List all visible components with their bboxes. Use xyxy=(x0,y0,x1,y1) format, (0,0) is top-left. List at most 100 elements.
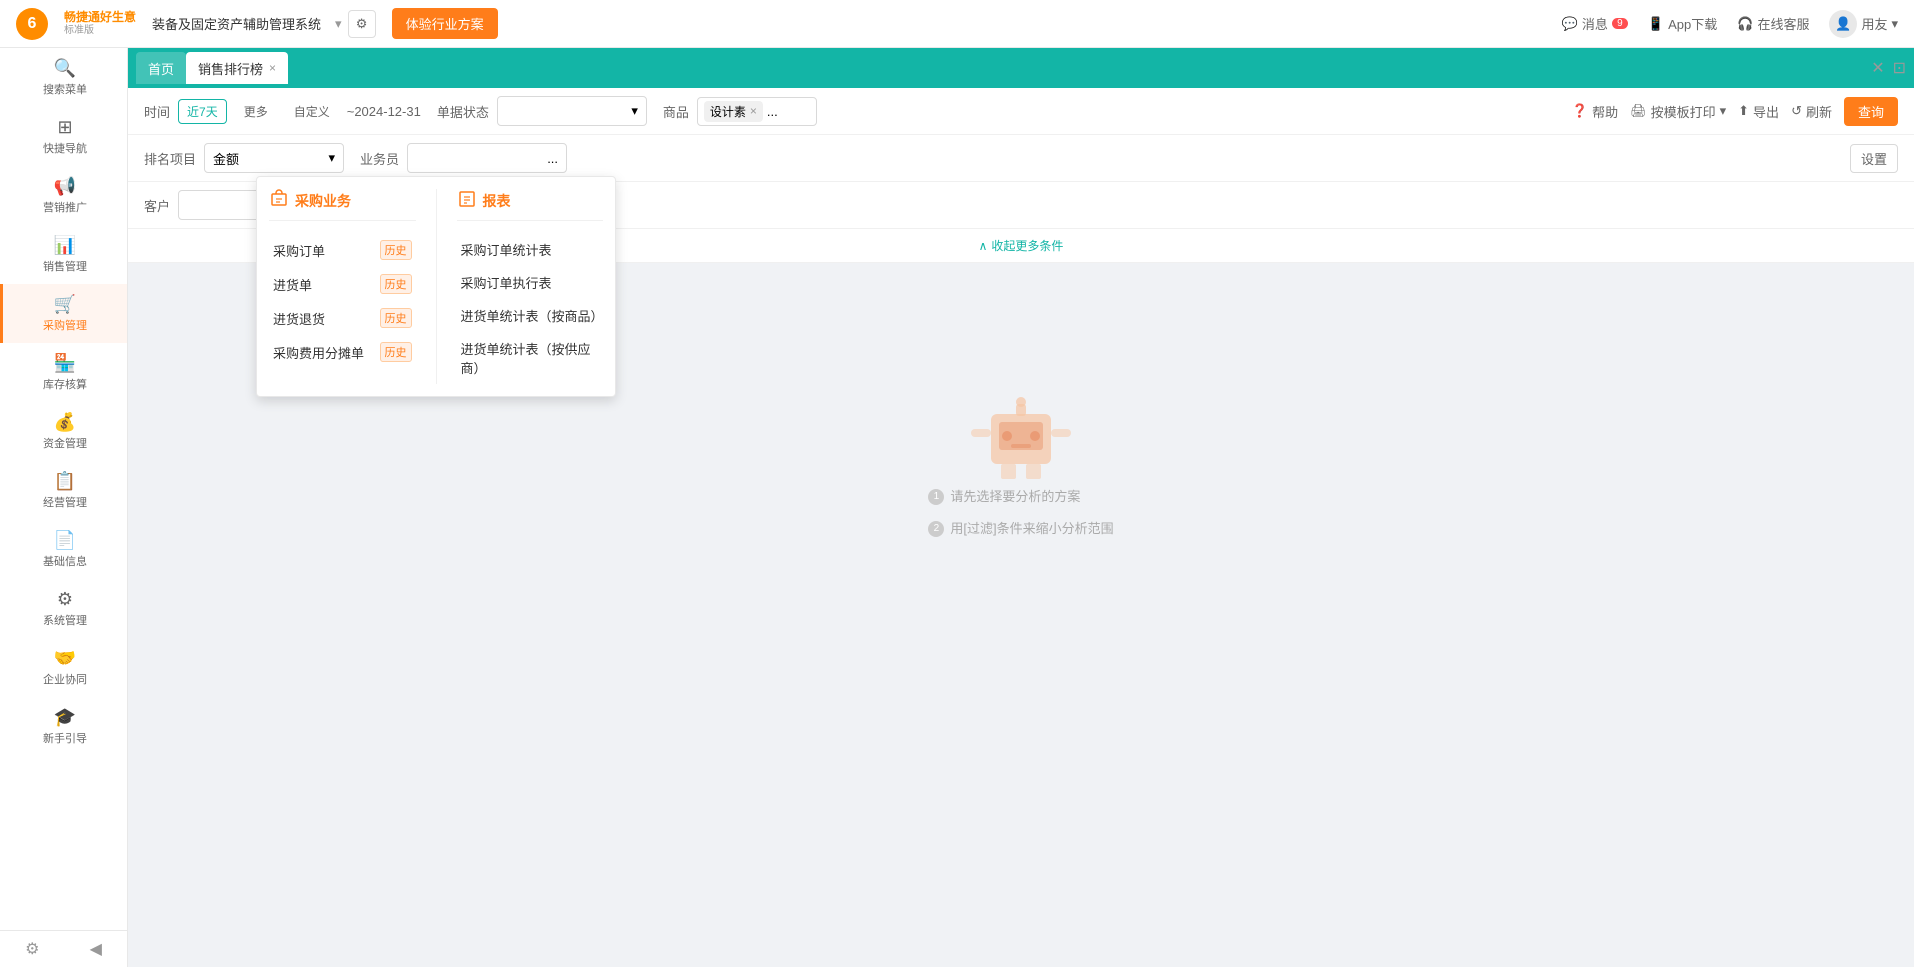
sidebar-purchase-label: 采购管理 xyxy=(43,317,87,333)
purchase-order-stats-item[interactable]: 采购订单统计表 xyxy=(457,233,604,266)
report-col: 报表 采购订单统计表 采购订单执行表 进货单统计表（按商品） 进货单统计表（按供 xyxy=(457,189,604,384)
goods-select[interactable]: 设计素 × ... xyxy=(697,97,817,126)
help-btn[interactable]: ❓ 帮助 xyxy=(1572,102,1618,121)
purchase-col: 采购业务 采购订单 历史 进货单 历史 进货退货 历史 xyxy=(269,189,416,384)
salesperson-filter: 业务员 ... xyxy=(360,143,567,173)
tab-home[interactable]: 首页 xyxy=(136,52,186,84)
industry-btn[interactable]: 体验行业方案 xyxy=(392,8,498,39)
top-right: 💬 消息 9 📱 App下载 🎧 在线客服 👤 用友 ▾ xyxy=(1562,10,1898,38)
system-title-area: 装备及固定资产辅助管理系统 ▾ ⚙ xyxy=(152,10,376,38)
collapse-btn[interactable]: ∧ 收起更多条件 xyxy=(979,237,1064,254)
settings-icon[interactable]: ⚙ xyxy=(348,10,376,38)
grid-icon: ⊞ xyxy=(57,117,72,138)
purchase-order-history[interactable]: 历史 xyxy=(380,240,412,260)
purchase-order-label: 采购订单 xyxy=(273,241,325,260)
purchase-order-exec-item[interactable]: 采购订单执行表 xyxy=(457,266,604,299)
collapse-up-icon: ∧ xyxy=(979,239,988,253)
rank-select[interactable]: 金额 ▾ xyxy=(204,143,344,173)
window-maximize-btn[interactable]: ⊡ xyxy=(1893,58,1906,78)
purchase-dropdown-menu: 采购业务 采购订单 历史 进货单 历史 进货退货 历史 xyxy=(256,176,616,397)
sidebar-marketing-label: 营销推广 xyxy=(43,199,87,215)
sidebar-item-sales[interactable]: 📊 销售管理 xyxy=(0,225,127,284)
main-content: 时间 近7天 更多 自定义 ~2024-12-31 单据状态 xyxy=(128,88,1914,967)
goods-ellipsis: ... xyxy=(767,104,778,119)
inbound-return-history[interactable]: 历史 xyxy=(380,308,412,328)
message-badge: 9 xyxy=(1612,18,1628,29)
time-label: 时间 xyxy=(144,102,170,121)
user-label: 用友 xyxy=(1861,14,1887,33)
print-icon: 🖨 xyxy=(1630,103,1647,119)
sidebar-item-guide[interactable]: 🎓 新手引导 xyxy=(0,697,127,756)
sidebar-search-label: 搜索菜单 xyxy=(43,81,87,97)
tab-sales-rank[interactable]: 销售排行榜 × xyxy=(186,52,288,84)
goods-tag: 设计素 × xyxy=(704,101,763,122)
window-close-btn[interactable]: ✕ xyxy=(1871,58,1884,78)
dropdown-arrow-icon[interactable]: ▾ xyxy=(335,16,342,32)
settings-btn[interactable]: 设置 xyxy=(1850,144,1898,173)
system-title: 装备及固定资产辅助管理系统 xyxy=(152,14,321,33)
sidebar-item-inventory[interactable]: 🏪 库存核算 xyxy=(0,343,127,402)
sidebar-item-system[interactable]: ⚙ 系统管理 xyxy=(0,579,127,638)
sidebar-system-label: 系统管理 xyxy=(43,612,87,628)
help-label: 帮助 xyxy=(1592,102,1618,121)
salesperson-ellipsis: ... xyxy=(547,151,558,166)
export-btn[interactable]: ⬆ 导出 xyxy=(1738,102,1779,121)
empty-line1: 1 请先选择要分析的方案 xyxy=(928,484,1113,510)
refresh-btn[interactable]: ↺ 刷新 xyxy=(1791,102,1832,121)
user-area[interactable]: 👤 用友 ▾ xyxy=(1829,10,1898,38)
purchase-order-exec-label: 采购订单执行表 xyxy=(461,273,552,292)
inbound-stats-goods-item[interactable]: 进货单统计表（按商品） xyxy=(457,299,604,332)
salesperson-select[interactable]: ... xyxy=(407,143,567,173)
inbound-stats-goods-label: 进货单统计表（按商品） xyxy=(461,306,600,325)
purchase-expense-item[interactable]: 采购费用分摊单 历史 xyxy=(269,335,416,369)
empty-icon-container xyxy=(961,384,1081,484)
headset-icon: 🎧 xyxy=(1737,16,1753,32)
purchase-expense-history[interactable]: 历史 xyxy=(380,342,412,362)
message-btn[interactable]: 💬 消息 9 xyxy=(1562,14,1628,33)
doc-status-select[interactable]: ▾ xyxy=(497,96,647,126)
sidebar-item-purchase[interactable]: 🛒 采购管理 xyxy=(0,284,127,343)
inbound-stats-supplier-item[interactable]: 进货单统计表（按供应商） xyxy=(457,332,604,384)
sidebar-item-quick-nav[interactable]: ⊞ 快捷导航 xyxy=(0,107,127,166)
sidebar-item-search[interactable]: 🔍 搜索菜单 xyxy=(0,48,127,107)
time-pill-7days[interactable]: 近7天 xyxy=(178,99,227,124)
sidebar-operations-label: 经营管理 xyxy=(43,494,87,510)
tab-close-icon[interactable]: × xyxy=(269,61,276,75)
purchase-order-item[interactable]: 采购订单 历史 xyxy=(269,233,416,267)
goods-label: 商品 xyxy=(663,102,689,121)
inbound-return-item[interactable]: 进货退货 历史 xyxy=(269,301,416,335)
purchase-icon-svg xyxy=(269,189,289,209)
inbound-stats-supplier-label: 进货单统计表（按供应商） xyxy=(461,339,600,377)
sidebar-item-marketing[interactable]: 📢 营销推广 xyxy=(0,166,127,225)
sidebar-item-enterprise[interactable]: 🤝 企业协同 xyxy=(0,638,127,697)
tab-sales-rank-label: 销售排行榜 xyxy=(198,59,263,78)
sidebar-item-operations[interactable]: 📋 经营管理 xyxy=(0,461,127,520)
sidebar-item-finance[interactable]: 💰 资金管理 xyxy=(0,402,127,461)
guide-icon: 🎓 xyxy=(54,707,76,728)
app-download-btn[interactable]: 📱 App下载 xyxy=(1648,14,1717,33)
sidebar-finance-label: 资金管理 xyxy=(43,435,87,451)
purchase-col-icon xyxy=(269,189,289,212)
second-filter-row: 排名项目 金额 ▾ 业务员 ... xyxy=(128,135,1914,182)
phone-icon: 📱 xyxy=(1648,16,1664,32)
online-service-btn[interactable]: 🎧 在线客服 xyxy=(1737,14,1809,33)
sidebar: 🔍 搜索菜单 ⊞ 快捷导航 📢 营销推广 📊 销售管理 🛒 采购管理 🏪 xyxy=(0,48,128,967)
sidebar-settings-btn[interactable]: ⚙ xyxy=(25,939,39,959)
query-btn[interactable]: 查询 xyxy=(1844,97,1898,126)
goods-tag-close[interactable]: × xyxy=(750,104,757,118)
sidebar-sales-label: 销售管理 xyxy=(43,258,87,274)
sidebar-collapse-btn[interactable]: ◀ xyxy=(90,939,102,959)
inbound-item[interactable]: 进货单 历史 xyxy=(269,267,416,301)
print-btn[interactable]: 🖨 按模板打印 ▾ xyxy=(1630,102,1726,121)
tab-home-label: 首页 xyxy=(148,59,174,78)
purchase-col-title-text: 采购业务 xyxy=(295,191,351,211)
sidebar-quicknav-label: 快捷导航 xyxy=(43,140,87,156)
marketing-icon: 📢 xyxy=(54,176,76,197)
sidebar-item-basic-info[interactable]: 📄 基础信息 xyxy=(0,520,127,579)
tab-bar: 首页 销售排行榜 × ✕ ⊡ xyxy=(128,48,1914,88)
time-pill-more[interactable]: 更多 xyxy=(235,99,277,124)
export-icon: ⬆ xyxy=(1738,103,1749,119)
inbound-history[interactable]: 历史 xyxy=(380,274,412,294)
time-pill-custom[interactable]: 自定义 xyxy=(285,99,339,124)
report-col-title-text: 报表 xyxy=(483,191,511,211)
